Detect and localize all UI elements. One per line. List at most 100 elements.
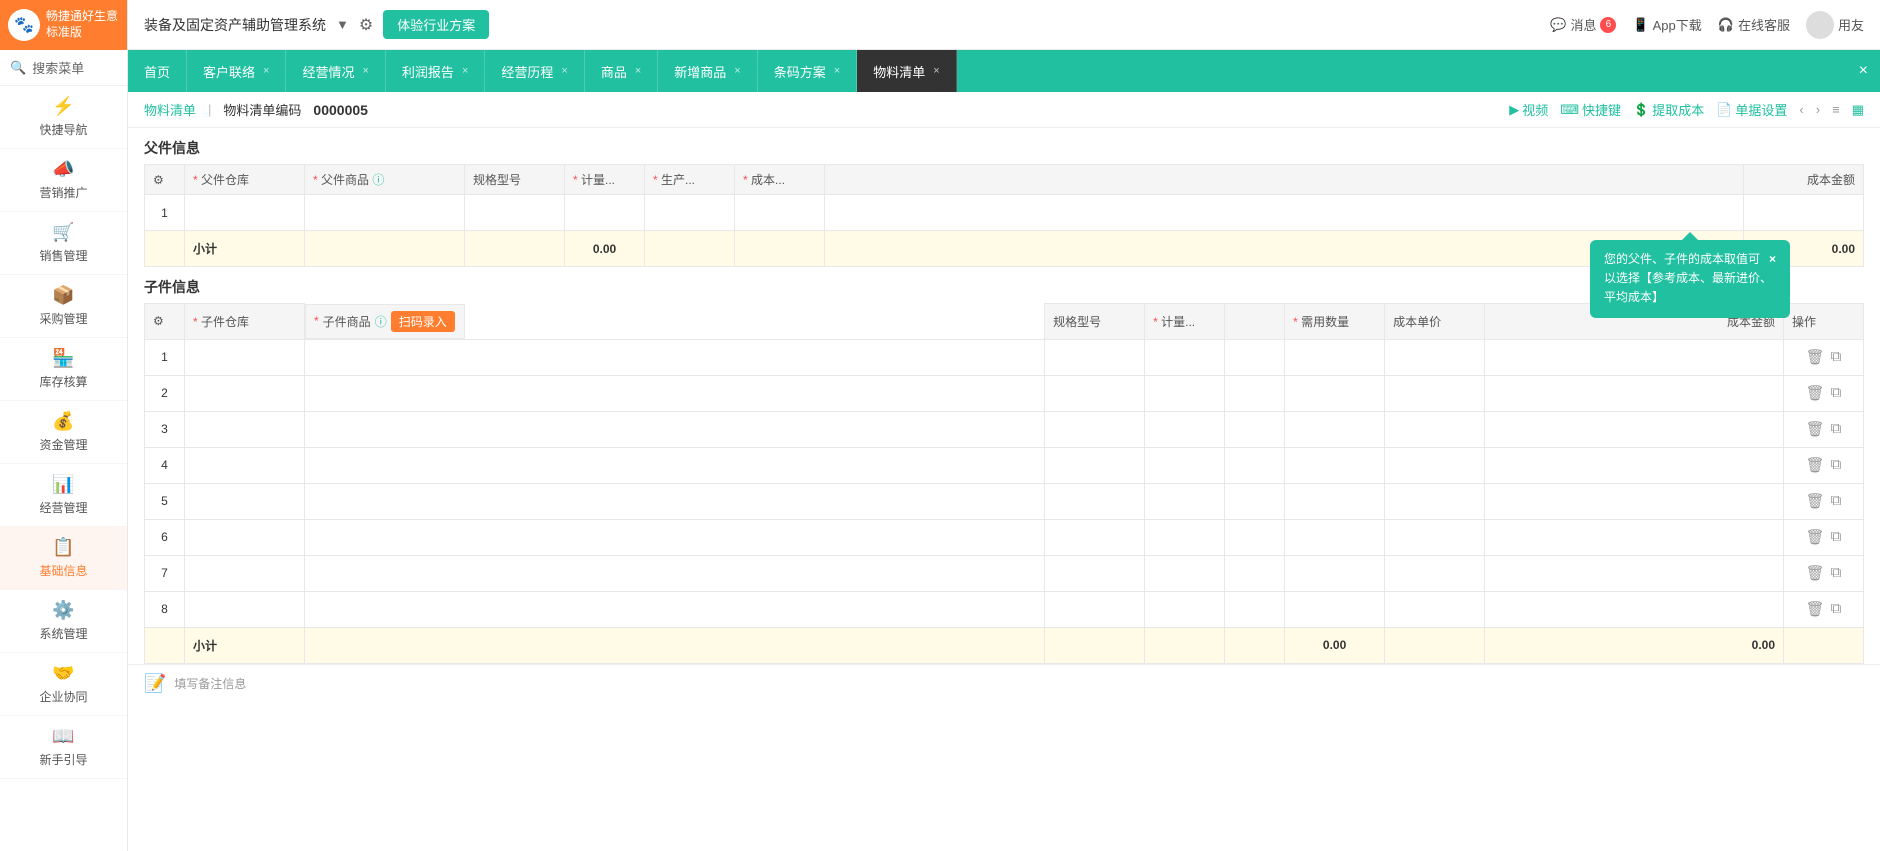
child-row-unit[interactable] [1145, 591, 1225, 627]
child-row-warehouse[interactable] [185, 483, 305, 519]
breadcrumb[interactable]: 物料清单 [144, 100, 196, 119]
child-row-unit-cost[interactable] [1385, 591, 1485, 627]
child-row-unit-cost[interactable] [1385, 555, 1485, 591]
tab-operation-close[interactable]: × [362, 65, 368, 77]
copy-row-icon[interactable]: ⧉ [1831, 492, 1842, 510]
tab-bom-close[interactable]: × [933, 65, 939, 77]
child-row-warehouse[interactable] [185, 411, 305, 447]
sidebar-item-marketing[interactable]: 📣 营销推广 [0, 149, 127, 212]
delete-row-icon[interactable]: 🗑 [1806, 456, 1825, 474]
child-row-spec[interactable] [1045, 591, 1145, 627]
child-row-spec[interactable] [1045, 447, 1145, 483]
child-row-unit[interactable] [1145, 447, 1225, 483]
copy-row-icon[interactable]: ⧉ [1831, 528, 1842, 546]
child-row-unit[interactable] [1145, 555, 1225, 591]
child-row-qty[interactable] [1285, 591, 1385, 627]
sidebar-item-inventory[interactable]: 🏪 库存核算 [0, 338, 127, 401]
copy-row-icon[interactable]: ⧉ [1831, 384, 1842, 402]
delete-row-icon[interactable]: 🗑 [1806, 564, 1825, 582]
copy-row-icon[interactable]: ⧉ [1831, 456, 1842, 474]
parent-row-warehouse[interactable] [185, 195, 305, 231]
tab-profit-close[interactable]: × [462, 65, 468, 77]
parent-row-product[interactable] [305, 195, 465, 231]
child-row-spec[interactable] [1045, 519, 1145, 555]
child-row-product[interactable] [305, 591, 1045, 627]
tab-history-close[interactable]: × [561, 65, 567, 77]
child-row-unit-cost[interactable] [1385, 519, 1485, 555]
child-row-warehouse[interactable] [185, 519, 305, 555]
child-col-setting[interactable]: ⚙ [145, 304, 185, 340]
child-row-spec[interactable] [1045, 555, 1145, 591]
list-view-icon[interactable]: ≡ [1832, 102, 1840, 117]
copy-row-icon[interactable]: ⧉ [1831, 420, 1842, 438]
child-row-qty[interactable] [1285, 447, 1385, 483]
parent-row-unit[interactable] [565, 195, 645, 231]
tab-new-goods[interactable]: 新增商品 × [658, 50, 757, 92]
parent-col-setting[interactable]: ⚙ [145, 165, 185, 195]
child-row-product[interactable] [305, 447, 1045, 483]
online-service-button[interactable]: 🎧 在线客服 [1718, 15, 1790, 34]
tab-goods[interactable]: 商品 × [585, 50, 658, 92]
nav-next-icon[interactable]: › [1816, 102, 1820, 117]
tab-operation[interactable]: 经营情况 × [286, 50, 385, 92]
copy-row-icon[interactable]: ⧉ [1831, 348, 1842, 366]
copy-row-icon[interactable]: ⧉ [1831, 600, 1842, 618]
tab-new-goods-close[interactable]: × [734, 65, 740, 77]
child-row-unit[interactable] [1145, 519, 1225, 555]
extract-cost-action[interactable]: 💲 提取成本 [1633, 100, 1704, 119]
child-row-unit-cost[interactable] [1385, 483, 1485, 519]
settings-gear-icon[interactable]: ⚙ [359, 15, 373, 35]
grid-view-icon[interactable]: ▦ [1852, 102, 1864, 118]
tab-barcode[interactable]: 条码方案 × [758, 50, 857, 92]
child-row-unit[interactable] [1145, 483, 1225, 519]
child-row-spec[interactable] [1045, 375, 1145, 411]
child-row-qty[interactable] [1285, 339, 1385, 375]
child-row-qty[interactable] [1285, 555, 1385, 591]
sidebar-item-quick-nav[interactable]: ⚡ 快捷导航 [0, 86, 127, 149]
tab-customer-close[interactable]: × [263, 65, 269, 77]
delete-row-icon[interactable]: 🗑 [1806, 492, 1825, 510]
tab-barcode-close[interactable]: × [834, 65, 840, 77]
child-row-warehouse[interactable] [185, 375, 305, 411]
user-menu[interactable]: 用友 [1806, 11, 1864, 39]
delete-row-icon[interactable]: 🗑 [1806, 528, 1825, 546]
child-row-unit-cost[interactable] [1385, 447, 1485, 483]
tab-history[interactable]: 经营历程 × [485, 50, 584, 92]
child-row-warehouse[interactable] [185, 591, 305, 627]
child-row-unit-cost[interactable] [1385, 411, 1485, 447]
child-row-unit-cost[interactable] [1385, 339, 1485, 375]
child-row-unit[interactable] [1145, 339, 1225, 375]
child-row-warehouse[interactable] [185, 447, 305, 483]
delete-row-icon[interactable]: 🗑 [1806, 600, 1825, 618]
single-setting-action[interactable]: 📄 单据设置 [1716, 100, 1787, 119]
close-all-tabs[interactable]: × [1847, 62, 1880, 80]
delete-row-icon[interactable]: 🗑 [1806, 420, 1825, 438]
sidebar-item-guide[interactable]: 📖 新手引导 [0, 716, 127, 779]
child-row-unit[interactable] [1145, 411, 1225, 447]
child-row-product[interactable] [305, 339, 1045, 375]
copy-row-icon[interactable]: ⧉ [1831, 564, 1842, 582]
tab-home[interactable]: 首页 [128, 50, 187, 92]
child-row-product[interactable] [305, 519, 1045, 555]
parent-row-production[interactable] [645, 195, 735, 231]
child-row-spec[interactable] [1045, 411, 1145, 447]
sidebar-item-search[interactable]: 🔍 搜索菜单 [0, 50, 127, 86]
sidebar-item-purchase[interactable]: 📦 采购管理 [0, 275, 127, 338]
child-row-warehouse[interactable] [185, 555, 305, 591]
child-row-spec[interactable] [1045, 339, 1145, 375]
message-button[interactable]: 💬 消息 6 [1550, 15, 1616, 34]
delete-row-icon[interactable]: 🗑 [1806, 348, 1825, 366]
delete-row-icon[interactable]: 🗑 [1806, 384, 1825, 402]
sidebar-item-finance[interactable]: 💰 资金管理 [0, 401, 127, 464]
parent-row-spec[interactable] [465, 195, 565, 231]
nav-prev-icon[interactable]: ‹ [1799, 102, 1803, 117]
child-row-unit[interactable] [1145, 375, 1225, 411]
child-row-product[interactable] [305, 375, 1045, 411]
tooltip-close-button[interactable]: × [1769, 250, 1776, 269]
trial-button[interactable]: 体验行业方案 [383, 10, 489, 39]
tab-goods-close[interactable]: × [635, 65, 641, 77]
dropdown-arrow-icon[interactable]: ▼ [336, 17, 349, 32]
sidebar-item-system[interactable]: ⚙️ 系统管理 [0, 590, 127, 653]
sidebar-item-sales[interactable]: 🛒 销售管理 [0, 212, 127, 275]
sidebar-item-enterprise[interactable]: 🤝 企业协同 [0, 653, 127, 716]
